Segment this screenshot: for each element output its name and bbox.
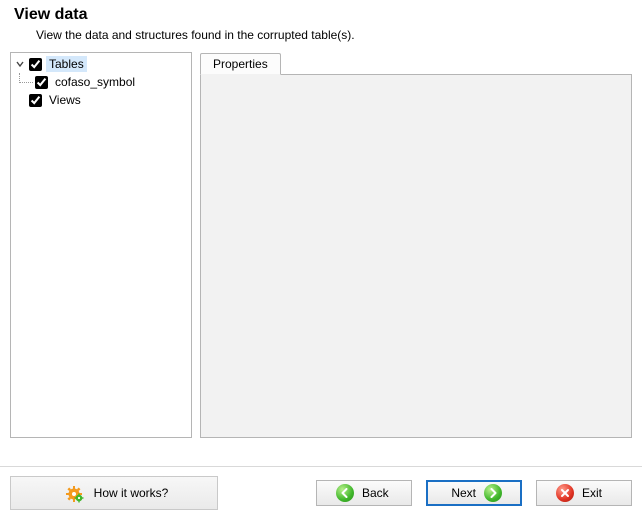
tab-properties[interactable]: Properties xyxy=(200,53,281,75)
tree-panel: Tables cofaso_symbol Views xyxy=(10,52,192,438)
page-title: View data xyxy=(14,6,628,24)
checkbox-cofaso-symbol[interactable] xyxy=(35,76,48,89)
tree-node-tables[interactable]: Tables xyxy=(13,55,189,73)
chevron-down-icon[interactable] xyxy=(13,57,27,71)
tree-label-tables[interactable]: Tables xyxy=(46,56,87,72)
footer: How it works? Back Next Exit xyxy=(0,466,642,518)
tree-label-views[interactable]: Views xyxy=(46,92,84,108)
checkbox-tables[interactable] xyxy=(29,58,42,71)
next-label: Next xyxy=(446,486,476,500)
tree-node-cofaso-symbol[interactable]: cofaso_symbol xyxy=(13,73,189,91)
how-it-works-label: How it works? xyxy=(94,486,169,500)
tree-label-cofaso-symbol[interactable]: cofaso_symbol xyxy=(52,74,138,90)
exit-button[interactable]: Exit xyxy=(536,480,632,506)
tabstrip: Properties xyxy=(200,52,632,74)
properties-body xyxy=(200,74,632,438)
page-subtitle: View the data and structures found in th… xyxy=(14,24,628,50)
checkbox-views[interactable] xyxy=(29,94,42,107)
tree-node-views[interactable]: Views xyxy=(13,91,189,109)
right-panel: Properties xyxy=(200,52,632,438)
arrow-left-icon xyxy=(336,484,354,502)
back-button[interactable]: Back xyxy=(316,480,412,506)
arrow-right-icon xyxy=(484,484,502,502)
header: View data View the data and structures f… xyxy=(0,0,642,52)
tree-connector xyxy=(13,73,33,91)
how-it-works-button[interactable]: How it works? xyxy=(10,476,218,510)
next-button[interactable]: Next xyxy=(426,480,522,506)
back-label: Back xyxy=(362,486,392,500)
content-area: Tables cofaso_symbol Views Properties xyxy=(0,52,642,438)
close-icon xyxy=(556,484,574,502)
exit-label: Exit xyxy=(582,486,612,500)
gears-icon xyxy=(60,482,86,504)
